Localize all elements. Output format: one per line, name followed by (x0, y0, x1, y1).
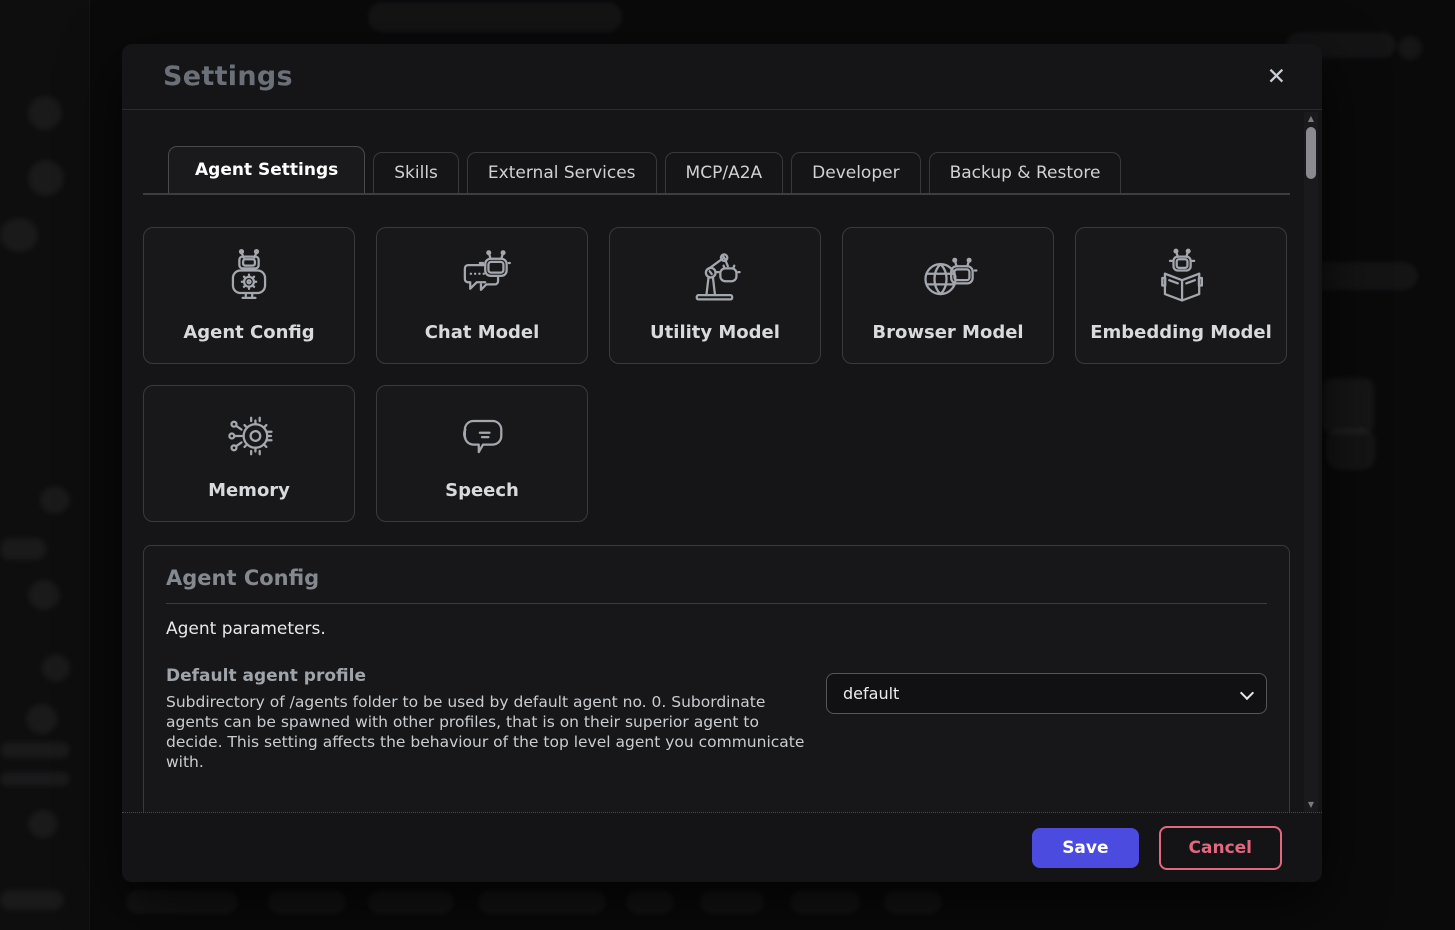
modal-scrollbar[interactable]: ▲ ▼ (1304, 112, 1318, 812)
robot-gear-icon (216, 248, 282, 312)
modal-title: Settings (163, 61, 293, 92)
section-title: Agent Config (166, 566, 1267, 590)
default-agent-profile-field: Default agent profile Subdirectory of /a… (166, 666, 1267, 773)
nav-card-label: Utility Model (650, 322, 780, 343)
field-label: Default agent profile (166, 666, 826, 686)
agent-config-section: Agent Config Agent parameters. Default a… (143, 545, 1290, 812)
scrollbar-down-icon[interactable]: ▼ (1308, 798, 1314, 812)
default-agent-profile-select-wrap: default (826, 673, 1267, 714)
dimmed-bottom-badge (790, 890, 860, 914)
modal-scroll-content: Agent Settings Skills External Services … (122, 110, 1300, 812)
dimmed-sidebar-icon (28, 96, 62, 130)
dimmed-right-panel-icon (1322, 378, 1374, 434)
default-agent-profile-select[interactable]: default (826, 673, 1267, 714)
cancel-button[interactable]: Cancel (1159, 826, 1282, 870)
scrollbar-track[interactable] (1304, 126, 1318, 798)
dimmed-bottom-badge (700, 890, 764, 914)
robot-arm-icon (682, 248, 748, 312)
tab-developer[interactable]: Developer (791, 152, 920, 193)
dimmed-topright-icon (1398, 36, 1422, 60)
nav-card-speech[interactable]: Speech (376, 385, 588, 522)
nav-card-browser-model[interactable]: Browser Model (842, 227, 1054, 364)
tab-backup-restore[interactable]: Backup & Restore (929, 152, 1122, 193)
nav-card-embedding-model[interactable]: Embedding Model (1075, 227, 1287, 364)
dimmed-right-panel-badge (1326, 428, 1376, 470)
robot-chat-icon (449, 248, 515, 312)
settings-modal: Settings ✕ Agent Settings Skills Externa… (122, 44, 1322, 882)
save-button[interactable]: Save (1032, 828, 1138, 868)
tab-external-services[interactable]: External Services (467, 152, 657, 193)
nav-card-utility-model[interactable]: Utility Model (609, 227, 821, 364)
speech-bubble-icon (449, 406, 515, 470)
scrollbar-thumb[interactable] (1306, 127, 1316, 179)
dimmed-sidebar-icon (26, 704, 58, 734)
nav-card-label: Chat Model (425, 322, 540, 343)
modal-body: Agent Settings Skills External Services … (122, 110, 1322, 812)
dimmed-sidebar-icon (0, 218, 38, 252)
nav-card-label: Embedding Model (1090, 322, 1272, 343)
nav-card-memory[interactable]: Memory (143, 385, 355, 522)
tab-skills[interactable]: Skills (373, 152, 459, 193)
nav-card-label: Browser Model (872, 322, 1023, 343)
dimmed-sidebar-label (0, 742, 70, 758)
nav-card-agent-config[interactable]: Agent Config (143, 227, 355, 364)
dimmed-bottom-badge (268, 890, 346, 914)
nav-card-label: Speech (445, 480, 519, 501)
nav-card-label: Agent Config (183, 322, 314, 343)
nav-card-chat-model[interactable]: Chat Model (376, 227, 588, 364)
dimmed-bottom-badge (884, 890, 942, 914)
dimmed-left-sidebar (0, 0, 90, 930)
dimmed-sidebar-icon (40, 486, 70, 514)
dimmed-sidebar-label (0, 538, 46, 560)
dimmed-bottom-badge (626, 890, 674, 914)
modal-footer: Save Cancel (122, 812, 1322, 882)
dimmed-bottom-badge (368, 890, 454, 914)
dimmed-bottom-badge (478, 890, 606, 914)
modal-header: Settings ✕ (122, 44, 1322, 110)
dimmed-suggestion-pill (368, 2, 622, 32)
tab-mcp-a2a[interactable]: MCP/A2A (665, 152, 784, 193)
circuit-gear-icon (216, 406, 282, 470)
close-icon[interactable]: ✕ (1259, 61, 1294, 92)
scrollbar-up-icon[interactable]: ▲ (1308, 112, 1314, 126)
tab-bar: Agent Settings Skills External Services … (143, 146, 1290, 195)
nav-card-label: Memory (208, 480, 290, 501)
dimmed-sidebar-label (0, 890, 64, 910)
settings-nav-cards: Agent Config Chat Model (143, 227, 1290, 522)
dimmed-sidebar-icon (42, 654, 70, 682)
dimmed-bottom-badge (126, 890, 238, 914)
robot-book-icon (1148, 248, 1214, 312)
tab-agent-settings[interactable]: Agent Settings (168, 146, 365, 193)
dimmed-sidebar-icon (28, 580, 60, 610)
dimmed-sidebar-icon (28, 810, 58, 838)
robot-globe-icon (915, 248, 981, 312)
section-description: Agent parameters. (166, 619, 1267, 639)
field-description: Subdirectory of /agents folder to be use… (166, 693, 806, 773)
section-divider (166, 603, 1267, 604)
dimmed-sidebar-label (0, 772, 70, 786)
dimmed-sidebar-icon (28, 160, 64, 196)
